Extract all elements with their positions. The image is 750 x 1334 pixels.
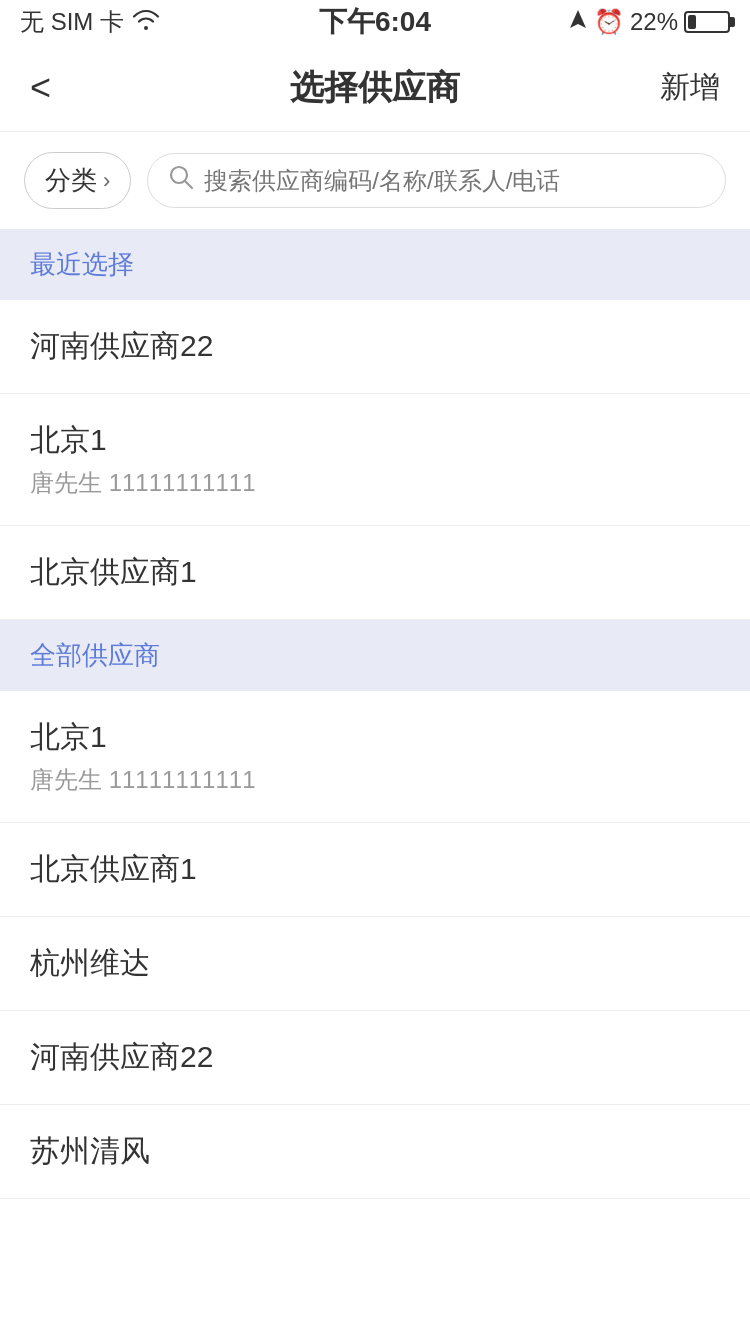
all-section-header: 全部供应商 xyxy=(0,620,750,691)
status-time: 下午6:04 xyxy=(319,3,431,41)
status-left: 无 SIM 卡 xyxy=(20,6,160,38)
alarm-icon: ⏰ xyxy=(594,8,624,36)
list-item[interactable]: 北京供应商1 xyxy=(0,823,750,917)
all-section-label: 全部供应商 xyxy=(30,640,160,670)
list-item[interactable]: 北京供应商1 xyxy=(0,526,750,620)
filter-bar: 分类 › xyxy=(0,132,750,229)
wifi-icon xyxy=(132,8,160,36)
search-input[interactable] xyxy=(204,167,705,195)
item-name: 苏州清风 xyxy=(30,1131,720,1172)
location-icon xyxy=(568,8,588,36)
page-title: 选择供应商 xyxy=(290,65,460,111)
list-item[interactable]: 北京1 唐先生 11111111111 xyxy=(0,394,750,526)
add-button[interactable]: 新增 xyxy=(660,67,720,108)
recent-items-list: 河南供应商22 北京1 唐先生 11111111111 北京供应商1 xyxy=(0,300,750,620)
battery-text: 22% xyxy=(630,8,678,36)
item-name: 河南供应商22 xyxy=(30,1037,720,1078)
category-filter[interactable]: 分类 › xyxy=(24,152,131,209)
item-name: 北京供应商1 xyxy=(30,552,720,593)
list-item[interactable]: 苏州清风 xyxy=(0,1105,750,1199)
all-items-list: 北京1 唐先生 11111111111 北京供应商1 杭州维达河南供应商22 苏州清风 xyxy=(0,691,750,1199)
list-item[interactable]: 杭州维达 xyxy=(0,917,750,1011)
item-name: 北京1 xyxy=(30,717,720,758)
back-button[interactable]: < xyxy=(30,67,90,109)
nav-bar: < 选择供应商 新增 xyxy=(0,44,750,132)
svg-line-1 xyxy=(185,181,192,188)
item-sub: 唐先生 11111111111 xyxy=(30,764,720,796)
item-name: 河南供应商22 xyxy=(30,326,720,367)
list-item[interactable]: 河南供应商22 xyxy=(0,1011,750,1105)
item-name: 北京供应商1 xyxy=(30,849,720,890)
category-label: 分类 xyxy=(45,163,97,198)
chevron-right-icon: › xyxy=(103,168,110,194)
status-bar: 无 SIM 卡 下午6:04 ⏰ 22% xyxy=(0,0,750,44)
item-sub: 唐先生 11111111111 xyxy=(30,467,720,499)
item-name: 杭州维达 xyxy=(30,943,720,984)
carrier-text: 无 SIM 卡 xyxy=(20,6,124,38)
status-right: ⏰ 22% xyxy=(568,8,730,36)
recent-section-header: 最近选择 xyxy=(0,229,750,300)
battery-icon xyxy=(684,11,730,33)
list-item[interactable]: 北京1 唐先生 11111111111 xyxy=(0,691,750,823)
search-icon xyxy=(168,164,194,197)
list-item[interactable]: 河南供应商22 xyxy=(0,300,750,394)
item-name: 北京1 xyxy=(30,420,720,461)
recent-section-label: 最近选择 xyxy=(30,249,134,279)
search-container xyxy=(147,153,726,208)
